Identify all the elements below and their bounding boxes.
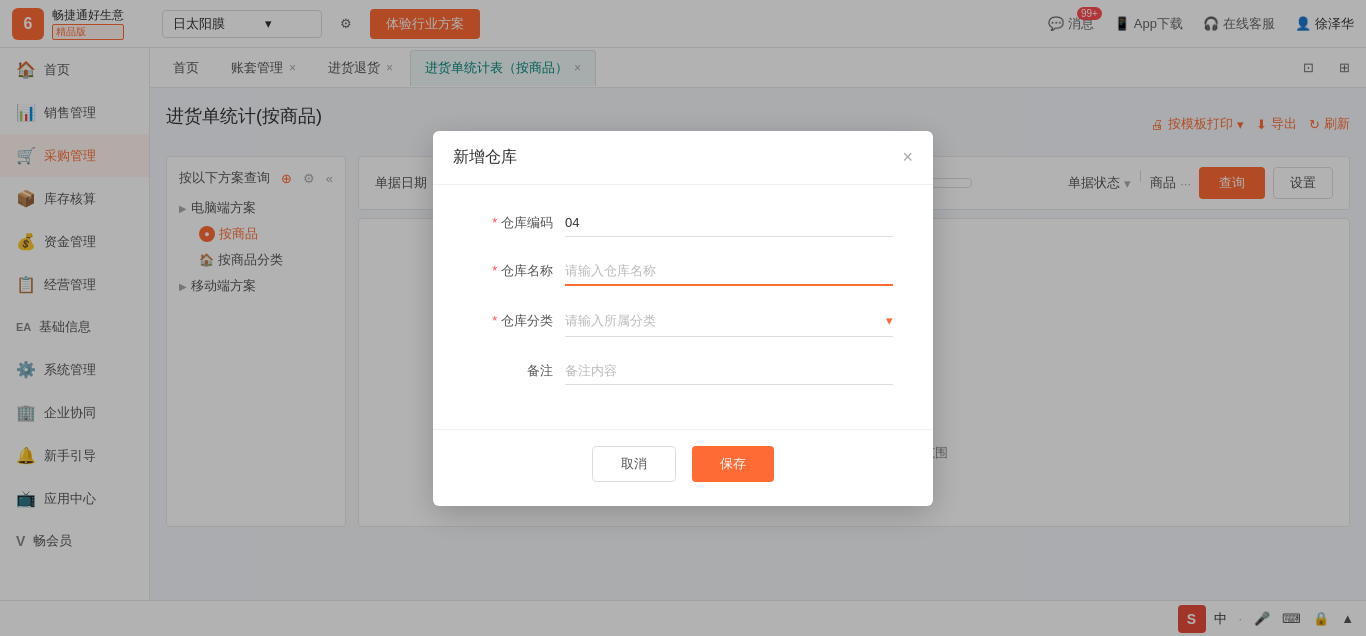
warehouse-note-input[interactable] — [565, 357, 893, 385]
modal-header: 新增仓库 × — [433, 131, 933, 185]
warehouse-category-select[interactable]: 请输入所属分类 ▾ — [565, 306, 893, 337]
form-label-note: 备注 — [473, 362, 553, 380]
form-row-note: 备注 — [473, 357, 893, 385]
form-label-category: 仓库分类 — [473, 312, 553, 330]
cancel-button[interactable]: 取消 — [592, 446, 676, 482]
modal-dialog: 新增仓库 × 仓库编码 仓库名称 仓库分类 请输入所属分类 ▾ — [433, 131, 933, 506]
form-row-code: 仓库编码 — [473, 209, 893, 237]
modal-close-button[interactable]: × — [902, 147, 913, 168]
form-row-name: 仓库名称 — [473, 257, 893, 286]
modal-footer: 取消 保存 — [433, 429, 933, 506]
modal-title: 新增仓库 — [453, 147, 517, 168]
warehouse-code-input[interactable] — [565, 209, 893, 237]
form-label-name: 仓库名称 — [473, 262, 553, 280]
category-dropdown-icon: ▾ — [886, 313, 893, 328]
modal-overlay[interactable]: 新增仓库 × 仓库编码 仓库名称 仓库分类 请输入所属分类 ▾ — [0, 0, 1366, 636]
form-row-category: 仓库分类 请输入所属分类 ▾ — [473, 306, 893, 337]
save-button[interactable]: 保存 — [692, 446, 774, 482]
warehouse-name-input[interactable] — [565, 257, 893, 286]
form-label-code: 仓库编码 — [473, 214, 553, 232]
modal-body: 仓库编码 仓库名称 仓库分类 请输入所属分类 ▾ 备注 — [433, 185, 933, 429]
